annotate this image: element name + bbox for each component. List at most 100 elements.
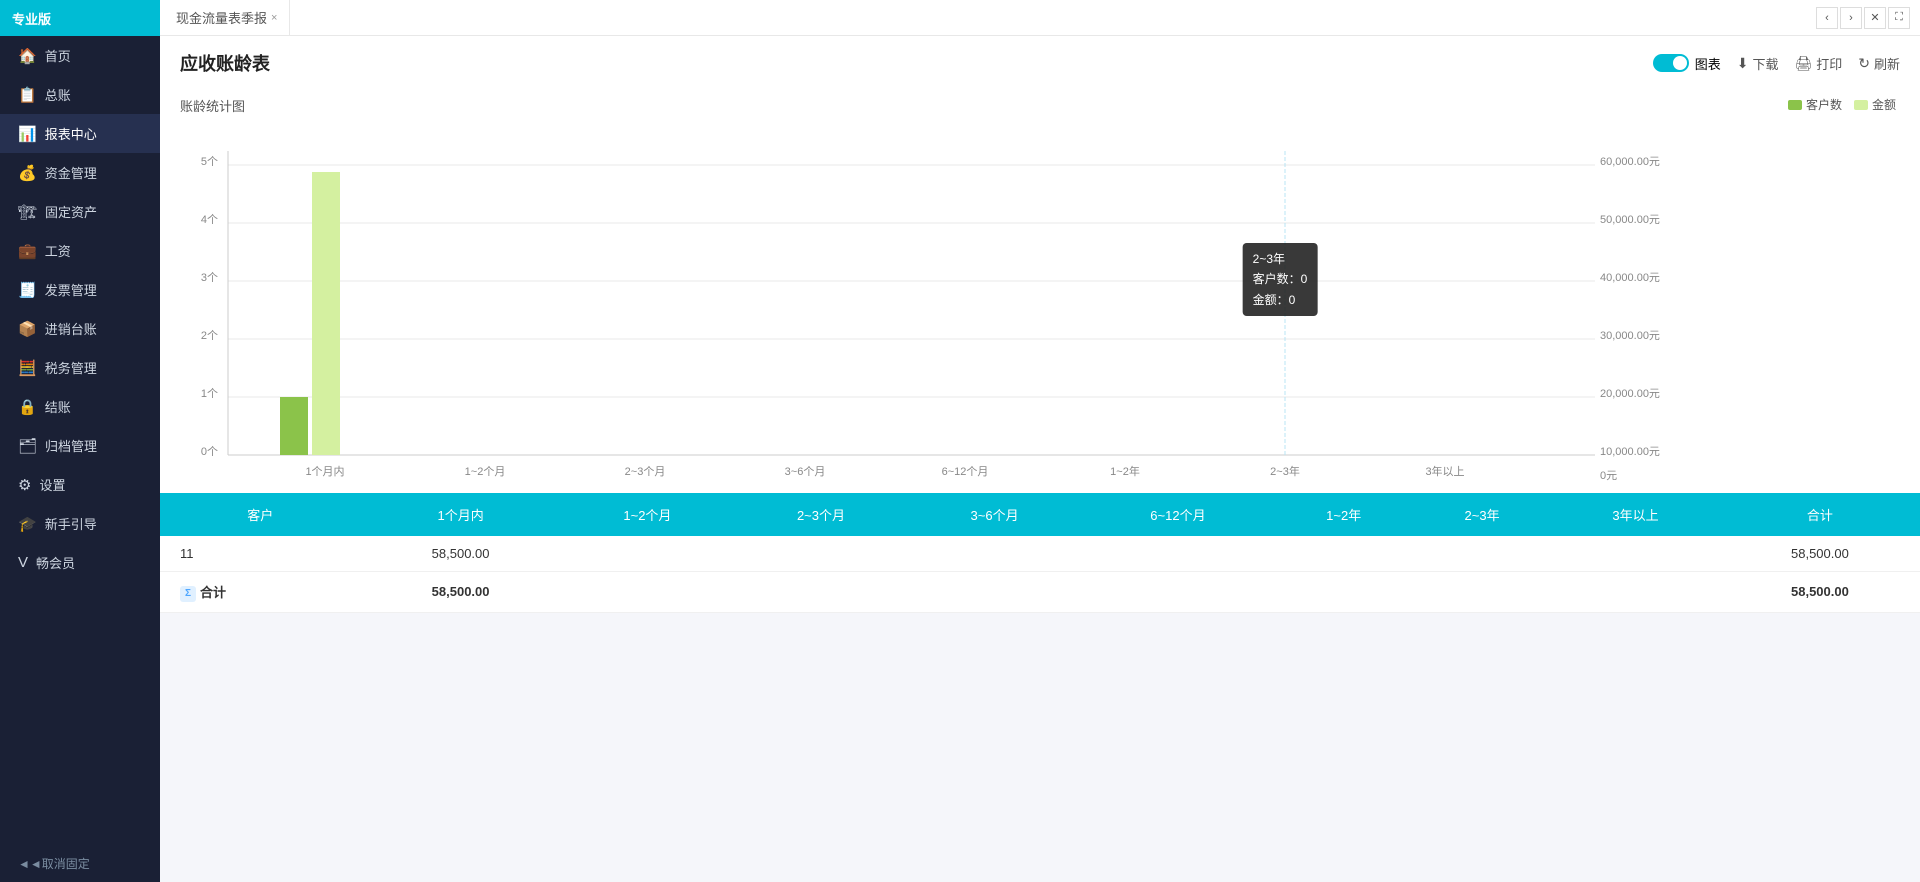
tab-bar: 首页新增凭证×利润表×利润表季报×现金流量表×现金流量表季报×应收统计表×应付统… xyxy=(160,0,1920,36)
sidebar-item-guide[interactable]: 🎓 新手引导 xyxy=(0,504,160,543)
sidebar-label-purchase: 进销台账 xyxy=(45,319,97,338)
page-header: 应收账龄表 图表 ⬇ 下载 🖨 打印 xyxy=(160,36,1920,86)
cell-m3-6 xyxy=(908,536,1082,572)
ledger-icon: 📋 xyxy=(18,86,37,104)
sidebar-item-purchase[interactable]: 📦 进销台账 xyxy=(0,309,160,348)
vip-icon: V xyxy=(18,554,28,571)
svg-text:1个月内: 1个月内 xyxy=(305,464,344,478)
toggle-track[interactable] xyxy=(1653,54,1689,72)
svg-text:3~6个月: 3~6个月 xyxy=(785,465,826,478)
asset-icon: 🏗 xyxy=(18,203,37,221)
refresh-icon: ↻ xyxy=(1858,55,1870,72)
svg-text:4个: 4个 xyxy=(201,213,218,226)
tab-scroll-left-button[interactable]: ‹ xyxy=(1816,7,1838,29)
tab-fullscreen-button[interactable]: ⛶ xyxy=(1888,7,1910,29)
tax-icon: 🧮 xyxy=(18,359,37,377)
svg-text:5个: 5个 xyxy=(201,155,218,168)
chart-legend: 客户数 金额 xyxy=(1788,96,1896,113)
download-icon: ⬇ xyxy=(1737,55,1749,72)
toggle-label: 图表 xyxy=(1695,54,1721,73)
col-m2-3: 2~3个月 xyxy=(734,493,908,536)
archive-icon: 🗂 xyxy=(18,437,37,455)
legend-customer-count: 客户数 xyxy=(1788,96,1842,113)
sidebar-label-report: 报表中心 xyxy=(45,124,97,143)
purchase-icon: 📦 xyxy=(18,320,37,338)
legend-amount: 金额 xyxy=(1854,96,1896,113)
svg-text:6~12个月: 6~12个月 xyxy=(942,465,989,478)
salary-icon: 💼 xyxy=(18,242,37,260)
col-y3plus: 3年以上 xyxy=(1551,493,1720,536)
sidebar-label-ledger: 总账 xyxy=(45,85,71,104)
sidebar-label-fund: 资金管理 xyxy=(45,163,97,182)
svg-text:40,000.00元: 40,000.00元 xyxy=(1600,272,1660,284)
svg-text:2~3个月: 2~3个月 xyxy=(625,465,666,478)
cell-total: 58,500.00 xyxy=(1720,536,1920,572)
tab-scroll-right-button[interactable]: › xyxy=(1840,7,1862,29)
col-total: 合计 xyxy=(1720,493,1920,536)
legend-amount-label: 金额 xyxy=(1872,96,1896,113)
svg-text:20,000.00元: 20,000.00元 xyxy=(1600,388,1660,400)
svg-text:60,000.00元: 60,000.00元 xyxy=(1600,156,1660,168)
page-title: 应收账龄表 xyxy=(180,50,270,76)
col-m6-12: 6~12个月 xyxy=(1081,493,1274,536)
home-icon: 🏠 xyxy=(18,47,37,65)
refresh-button[interactable]: ↻ 刷新 xyxy=(1858,54,1900,73)
summary-m3-6 xyxy=(908,572,1082,613)
svg-text:30,000.00元: 30,000.00元 xyxy=(1600,330,1660,342)
chart-area: 账龄统计图 客户数 金额 5个 4个 xyxy=(160,86,1920,493)
legend-amount-color xyxy=(1854,100,1868,110)
sidebar-label-vip: 畅会员 xyxy=(36,553,75,572)
tab-close-5[interactable]: × xyxy=(271,12,277,24)
download-label: 下载 xyxy=(1752,54,1778,73)
settings-icon: ⚙ xyxy=(18,476,31,494)
sidebar-item-closing[interactable]: 🔒结账 xyxy=(0,387,160,426)
sidebar-item-salary[interactable]: 💼 工资 xyxy=(0,231,160,270)
sidebar-item-archive[interactable]: 🗂 归档管理 xyxy=(0,426,160,465)
svg-text:2~3年: 2~3年 xyxy=(1270,464,1300,478)
sidebar-label-archive: 归档管理 xyxy=(45,436,97,455)
fund-icon: 💰 xyxy=(18,164,37,182)
sidebar-item-vip[interactable]: V 畅会员 xyxy=(0,543,160,582)
sidebar-label-home: 首页 xyxy=(45,46,71,65)
data-table: 客户 1个月内 1~2个月 2~3个月 3~6个月 6~12个月 1~2年 2~… xyxy=(160,493,1920,613)
col-y2-3: 2~3年 xyxy=(1413,493,1551,536)
summary-m1-2 xyxy=(561,572,735,613)
col-customer: 客户 xyxy=(160,493,361,536)
print-icon: 🖨 xyxy=(1794,55,1812,72)
print-button[interactable]: 🖨 打印 xyxy=(1794,54,1842,73)
svg-text:0元: 0元 xyxy=(1600,470,1617,482)
unpin-sidebar-button[interactable]: ◄◄取消固定 xyxy=(0,845,160,882)
sidebar-item-settings[interactable]: ⚙设置 xyxy=(0,465,160,504)
sidebar-label-salary: 工资 xyxy=(45,241,71,260)
svg-text:1~2个月: 1~2个月 xyxy=(465,465,506,478)
sidebar-item-home[interactable]: 🏠 首页 xyxy=(0,36,160,75)
summary-y3plus xyxy=(1551,572,1720,613)
chart-title: 账龄统计图 xyxy=(180,96,1900,115)
sidebar-item-invoice[interactable]: 🧾发票管理 xyxy=(0,270,160,309)
legend-customer-color xyxy=(1788,100,1802,110)
svg-text:1~2年: 1~2年 xyxy=(1110,464,1140,478)
sidebar-item-tax[interactable]: 🧮税务管理 xyxy=(0,348,160,387)
svg-text:0个: 0个 xyxy=(201,445,218,458)
tab-5[interactable]: 现金流量表季报× xyxy=(164,0,290,36)
toggle-thumb xyxy=(1673,56,1687,70)
sidebar-label-guide: 新手引导 xyxy=(45,514,97,533)
sidebar-label-invoice: 发票管理 xyxy=(45,280,97,299)
sidebar: 专业版 🏠首页📋总账📊报表中心💰资金管理🏗固定资产💼工资🧾发票管理📦进销台账🧮税… xyxy=(0,0,160,882)
svg-text:50,000.00元: 50,000.00元 xyxy=(1600,214,1660,226)
svg-text:10,000.00元: 10,000.00元 xyxy=(1600,446,1660,458)
chart-toggle[interactable]: 图表 xyxy=(1653,54,1721,73)
download-button[interactable]: ⬇ 下载 xyxy=(1737,54,1779,73)
page-area: 应收账龄表 图表 ⬇ 下载 🖨 打印 xyxy=(160,36,1920,882)
sidebar-item-asset[interactable]: 🏗固定资产 xyxy=(0,192,160,231)
tab-close-button[interactable]: ✕ xyxy=(1864,7,1886,29)
cell-y1-2 xyxy=(1275,536,1413,572)
guide-icon: 🎓 xyxy=(18,515,37,533)
sidebar-item-report[interactable]: 📊 报表中心 xyxy=(0,114,160,153)
sidebar-item-fund[interactable]: 💰 资金管理 xyxy=(0,153,160,192)
report-icon: 📊 xyxy=(18,125,37,143)
tab-controls: ‹ › ✕ ⛶ xyxy=(1810,7,1916,29)
bar-m1-amount xyxy=(312,172,340,455)
sidebar-item-ledger[interactable]: 📋 总账 xyxy=(0,75,160,114)
sidebar-label-closing: 结账 xyxy=(45,397,71,416)
